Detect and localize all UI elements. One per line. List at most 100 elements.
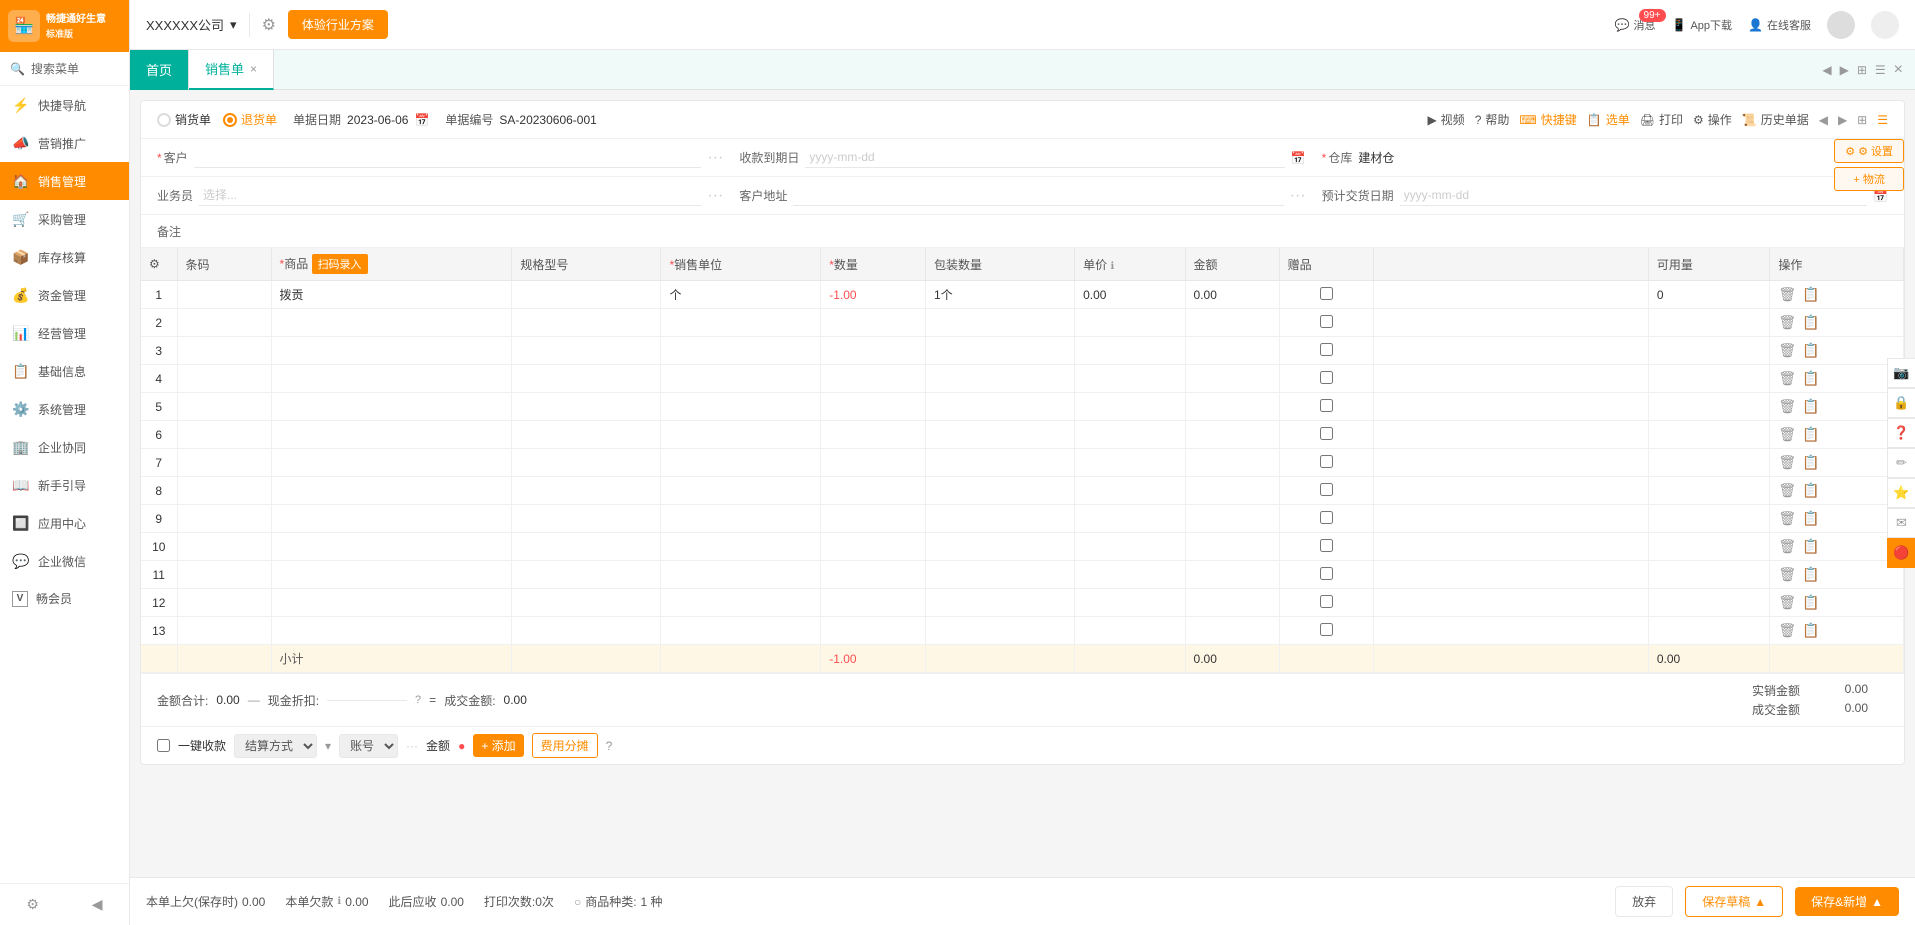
td-spec-1[interactable] xyxy=(512,281,661,309)
list-view-icon[interactable]: ☰ xyxy=(1877,113,1888,127)
grid-view-icon[interactable]: ⊞ xyxy=(1857,113,1867,127)
sidebar-item-member[interactable]: V 畅会员 xyxy=(0,580,129,617)
sidebar-item-enterprise-wechat[interactable]: 💬 企业微信 xyxy=(0,542,129,580)
delete-icon-8[interactable]: 🗑 xyxy=(1778,482,1796,499)
account-select[interactable]: 账号 xyxy=(339,734,398,758)
salesperson-input[interactable] xyxy=(199,185,701,206)
copy-icon-13[interactable]: 📋 xyxy=(1802,622,1819,639)
tab-home[interactable]: 首页 xyxy=(130,50,189,90)
settlement-method-select[interactable]: 结算方式 xyxy=(234,734,317,758)
online-support-btn[interactable]: 👤 在线客服 xyxy=(1748,17,1811,33)
sidebar-item-guide[interactable]: 📖 新手引导 xyxy=(0,466,129,504)
sidebar-search[interactable]: 🔍 搜索菜单 xyxy=(0,52,129,86)
delete-icon-6[interactable]: 🗑 xyxy=(1778,426,1796,443)
tab-grid-icon[interactable]: ⊞ xyxy=(1857,63,1867,77)
save-new-btn[interactable]: 保存&新增 ▲ xyxy=(1795,887,1899,916)
table-settings-icon[interactable]: ⚙ xyxy=(149,257,160,271)
copy-icon-5[interactable]: 📋 xyxy=(1802,398,1819,415)
customer-addr-input[interactable] xyxy=(793,185,1283,206)
tab-next-icon[interactable]: ▶ xyxy=(1840,63,1849,77)
copy-icon-6[interactable]: 📋 xyxy=(1802,426,1819,443)
date-calendar-icon[interactable]: 📅 xyxy=(414,113,429,127)
copy-icon-8[interactable]: 📋 xyxy=(1802,482,1819,499)
delete-icon-4[interactable]: 🗑 xyxy=(1778,370,1796,387)
tab-list-icon[interactable]: ☰ xyxy=(1875,63,1886,77)
scan-btn[interactable]: 扫码录入 xyxy=(312,254,368,274)
trial-btn[interactable]: 体验行业方案 xyxy=(288,10,388,39)
sidebar-item-operations[interactable]: 📊 经营管理 xyxy=(0,314,129,352)
sidebar-collapse-btn[interactable]: ◀ xyxy=(84,892,111,917)
ops-btn[interactable]: ⚙ 操作 xyxy=(1693,111,1732,128)
sidebar-item-system[interactable]: ⚙️ 系统管理 xyxy=(0,390,129,428)
salesperson-more-icon[interactable]: ··· xyxy=(707,187,723,205)
radio-return[interactable]: 退货单 xyxy=(223,111,277,128)
sidebar-item-inventory[interactable]: 📦 库存核算 xyxy=(0,238,129,276)
account-more-icon[interactable]: ··· xyxy=(406,739,418,753)
float-btn-orange[interactable]: 🔴 xyxy=(1887,538,1915,568)
user-avatar[interactable] xyxy=(1827,11,1855,39)
delivery-date-input[interactable] xyxy=(1400,185,1867,206)
help-btn[interactable]: ? 帮助 xyxy=(1475,111,1510,128)
sidebar-item-app-center[interactable]: 🔲 应用中心 xyxy=(0,504,129,542)
sidebar-item-enterprise[interactable]: 🏢 企业协同 xyxy=(0,428,129,466)
sidebar-item-basic-info[interactable]: 📋 基础信息 xyxy=(0,352,129,390)
td-qty-1[interactable]: -1.00 xyxy=(821,281,926,309)
td-unit-1[interactable]: 个 xyxy=(661,281,821,309)
delete-icon-5[interactable]: 🗑 xyxy=(1778,398,1796,415)
addr-more-icon[interactable]: ··· xyxy=(1290,187,1306,205)
sidebar-item-quick-nav[interactable]: ⚡ 快捷导航 xyxy=(0,86,129,124)
float-btn-lock[interactable]: 🔒 xyxy=(1887,388,1915,418)
sidebar-item-marketing[interactable]: 📣 营销推广 xyxy=(0,124,129,162)
discard-btn[interactable]: 放弃 xyxy=(1615,886,1673,917)
company-selector[interactable]: XXXXXX公司 ▾ xyxy=(146,15,237,34)
delete-icon-3[interactable]: 🗑 xyxy=(1778,342,1796,359)
user-avatar-2[interactable] xyxy=(1871,11,1899,39)
td-barcode-1[interactable] xyxy=(177,281,271,309)
nav-left-icon[interactable]: ◀ xyxy=(1819,113,1828,127)
video-btn[interactable]: ▶ 视频 xyxy=(1427,111,1464,128)
float-btn-question[interactable]: ❓ xyxy=(1887,418,1915,448)
sidebar-item-purchase[interactable]: 🛒 采购管理 xyxy=(0,200,129,238)
notes-input[interactable] xyxy=(189,221,1888,241)
td-product-1[interactable]: 拨贡 xyxy=(271,281,512,309)
copy-icon-7[interactable]: 📋 xyxy=(1802,454,1819,471)
tab-prev-icon[interactable]: ◀ xyxy=(1822,63,1831,77)
copy-icon-11[interactable]: 📋 xyxy=(1802,566,1819,583)
due-date-input[interactable] xyxy=(805,147,1284,168)
sidebar-item-sales[interactable]: 🏠 销售管理 xyxy=(0,162,129,200)
copy-icon-9[interactable]: 📋 xyxy=(1802,510,1819,527)
print-btn[interactable]: 🖨 打印 xyxy=(1640,111,1683,128)
td-price-1[interactable]: 0.00 xyxy=(1075,281,1185,309)
messages-btn[interactable]: 💬 消息 99+ xyxy=(1615,17,1656,33)
delete-icon-12[interactable]: 🗑 xyxy=(1778,594,1796,611)
delete-icon-11[interactable]: 🗑 xyxy=(1778,566,1796,583)
delete-icon-7[interactable]: 🗑 xyxy=(1778,454,1796,471)
one-click-payment-checkbox[interactable] xyxy=(157,739,170,752)
settings-btn[interactable]: ⚙ ⚙ 设置 xyxy=(1834,139,1904,163)
float-btn-star[interactable]: ⭐ xyxy=(1887,478,1915,508)
topbar-settings-icon[interactable]: ⚙ xyxy=(262,15,276,35)
select-order-btn[interactable]: 📋 选单 xyxy=(1587,111,1630,128)
history-btn[interactable]: 📜 历史单据 xyxy=(1742,111,1809,128)
cash-discount-input[interactable] xyxy=(327,700,407,701)
bill-deficit-info-icon[interactable]: ℹ xyxy=(337,896,341,907)
tab-close-icon[interactable]: × xyxy=(250,62,257,76)
copy-icon-3[interactable]: 📋 xyxy=(1802,342,1819,359)
add-payment-btn[interactable]: + 添加 xyxy=(473,734,523,757)
float-btn-mail[interactable]: ✉ xyxy=(1887,508,1915,538)
logistics-btn[interactable]: + 物流 xyxy=(1834,167,1904,191)
delete-icon-10[interactable]: 🗑 xyxy=(1778,538,1796,555)
tab-sales-order[interactable]: 销售单 × xyxy=(189,50,274,90)
shortcut-btn[interactable]: ⌨ 快捷键 xyxy=(1519,111,1576,128)
delete-icon-13[interactable]: 🗑 xyxy=(1778,622,1796,639)
copy-icon-4[interactable]: 📋 xyxy=(1802,370,1819,387)
sidebar-item-finance[interactable]: 💰 资金管理 xyxy=(0,276,129,314)
float-btn-camera[interactable]: 📷 xyxy=(1887,358,1915,388)
customer-input[interactable] xyxy=(194,147,702,168)
expense-help-icon[interactable]: ? xyxy=(606,739,613,753)
float-btn-edit[interactable]: ✏ xyxy=(1887,448,1915,478)
copy-icon-1[interactable]: 📋 xyxy=(1802,286,1819,303)
delete-icon-9[interactable]: 🗑 xyxy=(1778,510,1796,527)
customer-more-icon[interactable]: ··· xyxy=(707,149,723,167)
copy-icon-12[interactable]: 📋 xyxy=(1802,594,1819,611)
